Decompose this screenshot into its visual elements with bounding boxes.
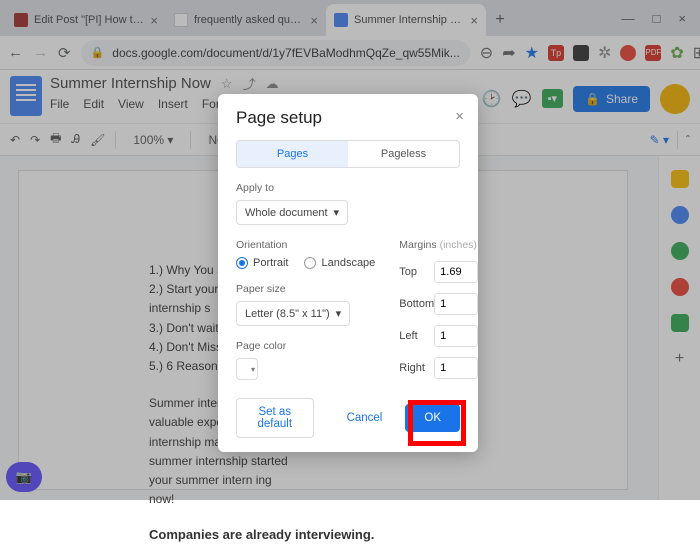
apply-to-select[interactable]: Whole document▾ — [236, 200, 348, 225]
paper-size-label: Paper size — [236, 283, 375, 295]
chevron-down-icon: ▾ — [336, 307, 342, 320]
ok-button[interactable]: OK — [405, 404, 460, 432]
radio-portrait[interactable]: Portrait — [236, 257, 288, 269]
margins-unit: (inches) — [440, 239, 477, 251]
radio-icon — [236, 257, 248, 269]
margin-bottom-input[interactable] — [434, 293, 478, 315]
cancel-button[interactable]: Cancel — [334, 405, 396, 431]
margin-top-input[interactable] — [434, 261, 478, 283]
dialog-title: Page setup — [236, 108, 460, 128]
margins-label: Margins — [399, 239, 436, 251]
tab-pages[interactable]: Pages — [237, 141, 348, 167]
dialog-tabs: Pages Pageless — [236, 140, 460, 168]
set-default-button[interactable]: Set as default — [236, 398, 314, 438]
radio-icon — [304, 257, 316, 269]
paper-size-select[interactable]: Letter (8.5" x 11")▾ — [236, 301, 350, 326]
margin-left-input[interactable] — [434, 325, 478, 347]
margin-bottom-label: Bottom — [399, 298, 434, 310]
page-setup-dialog: × Page setup Pages Pageless Apply to Who… — [218, 94, 478, 452]
apply-to-label: Apply to — [236, 182, 460, 194]
margin-left-label: Left — [399, 330, 417, 342]
close-icon[interactable]: × — [455, 108, 464, 125]
page-color-label: Page color — [236, 340, 375, 352]
orientation-label: Orientation — [236, 239, 375, 251]
page-color-select[interactable] — [236, 358, 258, 380]
margin-right-input[interactable] — [434, 357, 478, 379]
chevron-down-icon: ▾ — [334, 206, 340, 219]
margin-top-label: Top — [399, 266, 417, 278]
radio-landscape[interactable]: Landscape — [304, 257, 375, 269]
tab-pageless[interactable]: Pageless — [348, 141, 459, 167]
heading: Companies are already interviewing. — [149, 525, 587, 546]
margin-right-label: Right — [399, 362, 425, 374]
